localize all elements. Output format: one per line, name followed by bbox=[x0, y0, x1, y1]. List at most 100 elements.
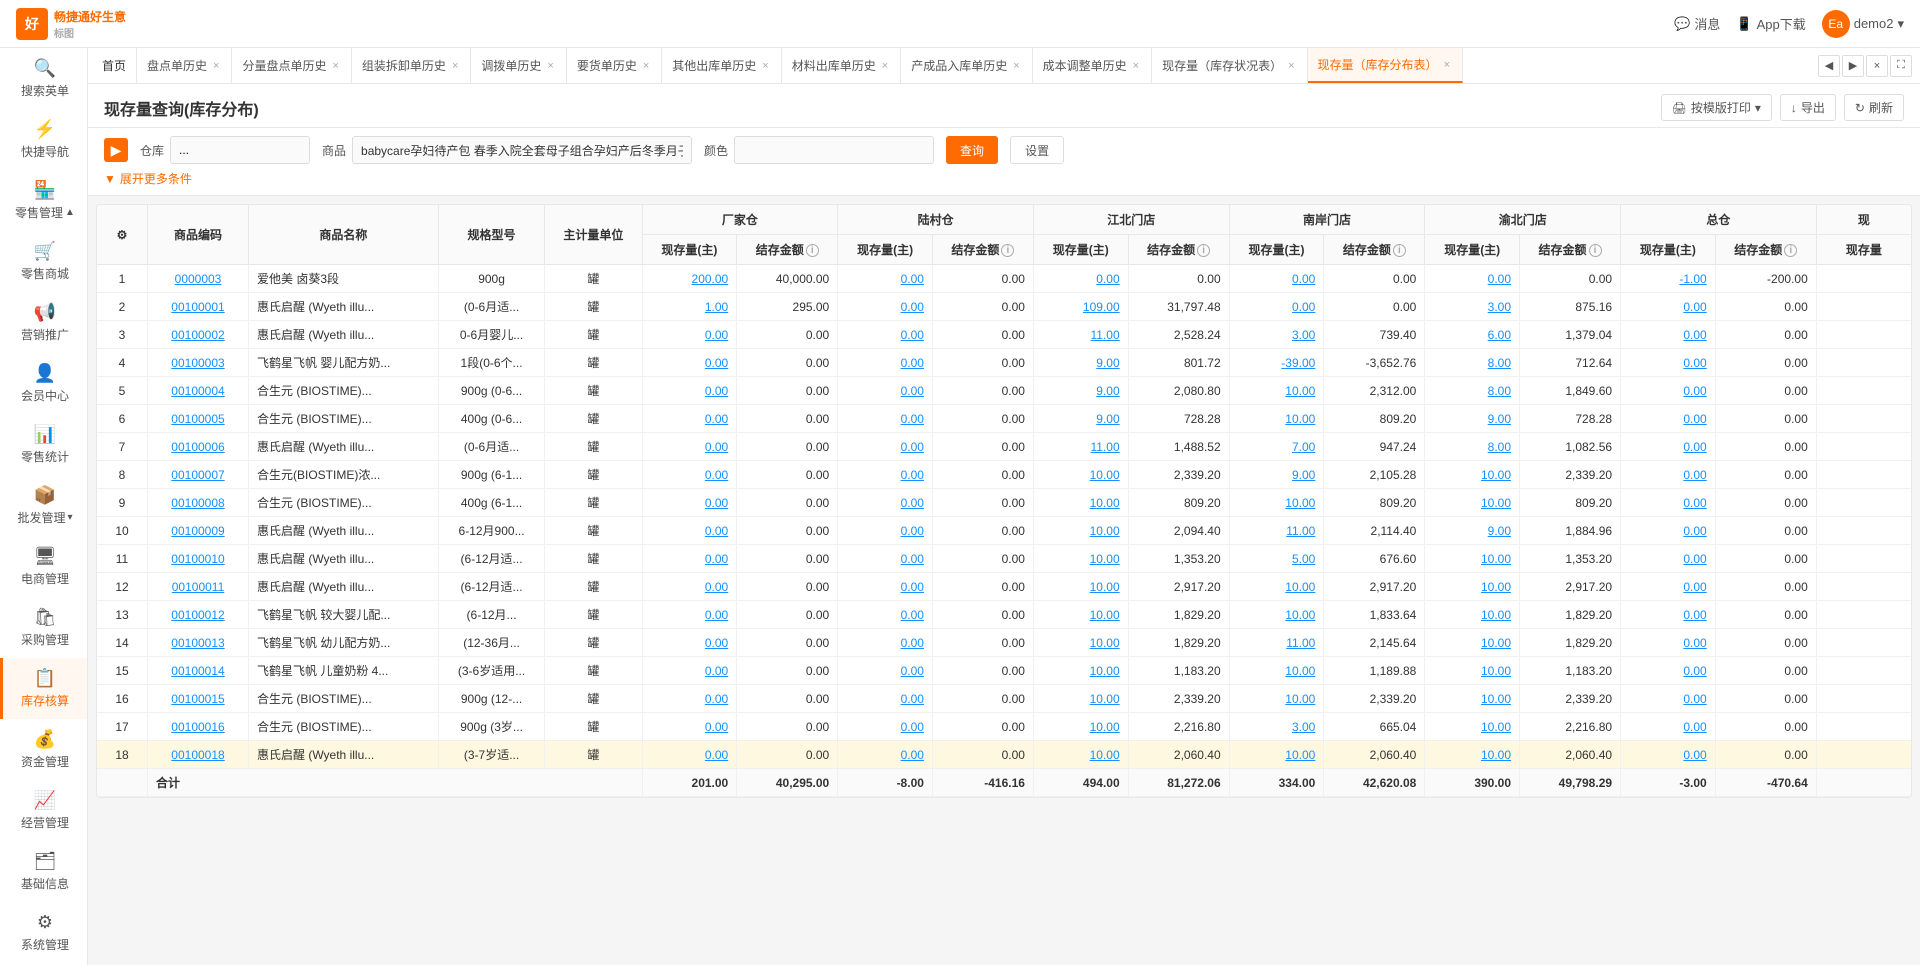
sidebar-item-system[interactable]: ⚙ 系统管理 bbox=[0, 902, 87, 963]
cell-name: 飞鹤星飞帆 较大婴儿配... bbox=[249, 601, 439, 629]
page-title: 现存量查询(库存分布) bbox=[104, 96, 259, 120]
cell-total-amt: 0.00 bbox=[1715, 657, 1816, 685]
footer-jb-qty: 494.00 bbox=[1033, 769, 1128, 797]
sidebar-item-wholesale[interactable]: 📦 批发管理 ▾ bbox=[0, 475, 87, 536]
cell-total-qty: 0.00 bbox=[1621, 461, 1716, 489]
cell-name: 飞鹤星飞帆 幼儿配方奶... bbox=[249, 629, 439, 657]
tab-requisition[interactable]: 要货单历史 × bbox=[567, 48, 662, 83]
th-total-amt-info[interactable]: i bbox=[1784, 244, 1797, 257]
tab-close-product-in[interactable]: × bbox=[1011, 59, 1021, 73]
wholesale-icon: 📦 bbox=[34, 485, 56, 506]
table-row: 5 00100004 合生元 (BIOSTIME)... 900g (0-6..… bbox=[97, 377, 1911, 405]
query-btn[interactable]: 查询 bbox=[946, 136, 998, 164]
tab-close-current-stock[interactable]: × bbox=[1286, 59, 1296, 73]
table-scroll-wrapper[interactable]: ⚙ 商品编码 商品名称 规格型号 主计量单位 厂家仓 陆村仓 江北门店 南岸门店 bbox=[97, 205, 1911, 797]
cell-name: 惠氏启醒 (Wyeth illu... bbox=[249, 517, 439, 545]
sidebar-item-search[interactable]: 🔍 搜索英单 bbox=[0, 48, 87, 109]
table-row: 17 00100016 合生元 (BIOSTIME)... 900g (3岁..… bbox=[97, 713, 1911, 741]
cell-f-amt: 0.00 bbox=[737, 573, 838, 601]
logo-text: 畅捷通好生意 标图 bbox=[54, 8, 126, 40]
cell-last bbox=[1816, 321, 1911, 349]
sidebar-item-retail-stats[interactable]: 📊 零售统计 bbox=[0, 414, 87, 475]
tab-cost-adjust[interactable]: 成本调整单历史 × bbox=[1033, 48, 1152, 83]
cell-total-qty: 0.00 bbox=[1621, 741, 1716, 769]
sidebar-label-finance: 资金管理 bbox=[21, 753, 69, 770]
tab-close-material-out[interactable]: × bbox=[880, 59, 890, 73]
cell-code: 00100014 bbox=[148, 657, 249, 685]
cell-name: 惠氏启醒 (Wyeth illu... bbox=[249, 573, 439, 601]
tab-close-all-btn[interactable]: × bbox=[1866, 55, 1888, 77]
th-jb-amt-info[interactable]: i bbox=[1197, 244, 1210, 257]
cell-code: 00100012 bbox=[148, 601, 249, 629]
tab-close-dispatch[interactable]: × bbox=[545, 59, 555, 73]
cell-l-amt: 0.00 bbox=[932, 573, 1033, 601]
sidebar-item-member[interactable]: 👤 会员中心 bbox=[0, 353, 87, 414]
tab-nav-buttons: ◀ ▶ × ⛶ bbox=[1814, 55, 1916, 77]
tab-home[interactable]: 首页 bbox=[92, 48, 137, 83]
table-settings-icon[interactable]: ⚙ bbox=[117, 228, 128, 242]
color-input[interactable] bbox=[734, 136, 934, 164]
tab-close-stock-single[interactable]: × bbox=[211, 59, 221, 73]
tab-close-assemble[interactable]: × bbox=[450, 59, 460, 73]
tab-stock-single[interactable]: 盘点单历史 × bbox=[137, 48, 232, 83]
export-btn[interactable]: ↓ 导出 bbox=[1780, 94, 1836, 121]
tab-material-out[interactable]: 材料出库单历史 × bbox=[782, 48, 901, 83]
cell-l-qty: 0.00 bbox=[838, 265, 933, 293]
warehouse-input[interactable] bbox=[170, 136, 310, 164]
sidebar-item-basic[interactable]: 🗂 基础信息 bbox=[0, 841, 87, 902]
sidebar-item-purchase[interactable]: 🛍 采购管理 bbox=[0, 597, 87, 658]
tab-next-btn[interactable]: ▶ bbox=[1842, 55, 1864, 77]
cell-total-amt: -200.00 bbox=[1715, 265, 1816, 293]
tab-expand-btn[interactable]: ⛶ bbox=[1890, 55, 1912, 77]
settings-btn[interactable]: 设置 bbox=[1010, 136, 1064, 164]
tab-close-cost-adjust[interactable]: × bbox=[1131, 59, 1141, 73]
th-yb-amt-info[interactable]: i bbox=[1589, 244, 1602, 257]
th-f-amt-info[interactable]: i bbox=[806, 244, 819, 257]
tab-dispatch[interactable]: 调拨单历史 × bbox=[471, 48, 566, 83]
sidebar-item-marketing[interactable]: 📢 营销推广 bbox=[0, 292, 87, 353]
cell-total-amt: 0.00 bbox=[1715, 377, 1816, 405]
sidebar-item-retail-store[interactable]: 🛒 零售商城 bbox=[0, 231, 87, 292]
th-l-amt-info[interactable]: i bbox=[1001, 244, 1014, 257]
message-btn[interactable]: 💬 消息 bbox=[1674, 14, 1720, 33]
cell-f-amt: 40,000.00 bbox=[737, 265, 838, 293]
app-layout: 🔍 搜索英单 ⚡ 快捷导航 🏪 零售管理 ▲ 🛒 零售商城 📢 营销推广 👤 会… bbox=[0, 0, 1920, 965]
cell-yb-qty: 10.00 bbox=[1425, 741, 1520, 769]
cell-yb-qty: 8.00 bbox=[1425, 433, 1520, 461]
app-download-btn[interactable]: 📱 App下载 bbox=[1736, 14, 1805, 33]
sidebar-label-retail-stats: 零售统计 bbox=[21, 448, 69, 465]
tab-current-stock[interactable]: 现存量（库存状况表） × bbox=[1152, 48, 1307, 83]
table-row: 6 00100005 合生元 (BIOSTIME)... 400g (0-6..… bbox=[97, 405, 1911, 433]
expand-more-btn[interactable]: ▼ 展开更多条件 bbox=[104, 170, 1904, 187]
print-btn[interactable]: 🖨 按模版打印 ▾ bbox=[1661, 94, 1772, 121]
tab-close-other-out[interactable]: × bbox=[760, 59, 770, 73]
cell-yb-amt: 1,353.20 bbox=[1520, 545, 1621, 573]
th-jb-qty: 现存量(主) bbox=[1033, 235, 1128, 265]
cell-f-amt: 0.00 bbox=[737, 489, 838, 517]
th-na-amt-info[interactable]: i bbox=[1393, 244, 1406, 257]
tab-product-in[interactable]: 产成品入库单历史 × bbox=[901, 48, 1032, 83]
sidebar-item-ops[interactable]: 📈 经营管理 bbox=[0, 780, 87, 841]
tab-branch-stock[interactable]: 分量盘点单历史 × bbox=[232, 48, 351, 83]
tab-prev-btn[interactable]: ◀ bbox=[1818, 55, 1840, 77]
product-input[interactable] bbox=[352, 136, 692, 164]
filter-collapse-btn[interactable]: ▶ bbox=[104, 138, 128, 162]
cell-last bbox=[1816, 489, 1911, 517]
cell-jb-amt: 2,216.80 bbox=[1128, 713, 1229, 741]
tab-close-current-dist[interactable]: × bbox=[1442, 58, 1452, 72]
tab-close-branch-stock[interactable]: × bbox=[330, 59, 340, 73]
sidebar-item-inventory[interactable]: 📋 库存核算 bbox=[0, 658, 87, 719]
sidebar-item-finance[interactable]: 💰 资金管理 bbox=[0, 719, 87, 780]
sidebar-item-quicknav[interactable]: ⚡ 快捷导航 bbox=[0, 109, 87, 170]
sidebar-item-ecommerce[interactable]: 🖥 电商管理 bbox=[0, 536, 87, 597]
sidebar-item-retail[interactable]: 🏪 零售管理 ▲ bbox=[0, 170, 87, 231]
user-area[interactable]: Ea demo2 ▾ bbox=[1822, 10, 1904, 38]
tab-current-dist[interactable]: 现存量（库存分布表） × bbox=[1308, 48, 1463, 83]
sidebar-label-retail-store: 零售商城 bbox=[21, 265, 69, 282]
cell-jb-qty: 10.00 bbox=[1033, 573, 1128, 601]
tab-close-requisition[interactable]: × bbox=[641, 59, 651, 73]
tab-assemble[interactable]: 组装拆卸单历史 × bbox=[352, 48, 471, 83]
tab-other-out[interactable]: 其他出库单历史 × bbox=[662, 48, 781, 83]
filter-row: ▶ 仓库 商品 颜色 查询 设置 bbox=[104, 136, 1904, 164]
refresh-btn[interactable]: ↻ 刷新 bbox=[1844, 94, 1904, 121]
